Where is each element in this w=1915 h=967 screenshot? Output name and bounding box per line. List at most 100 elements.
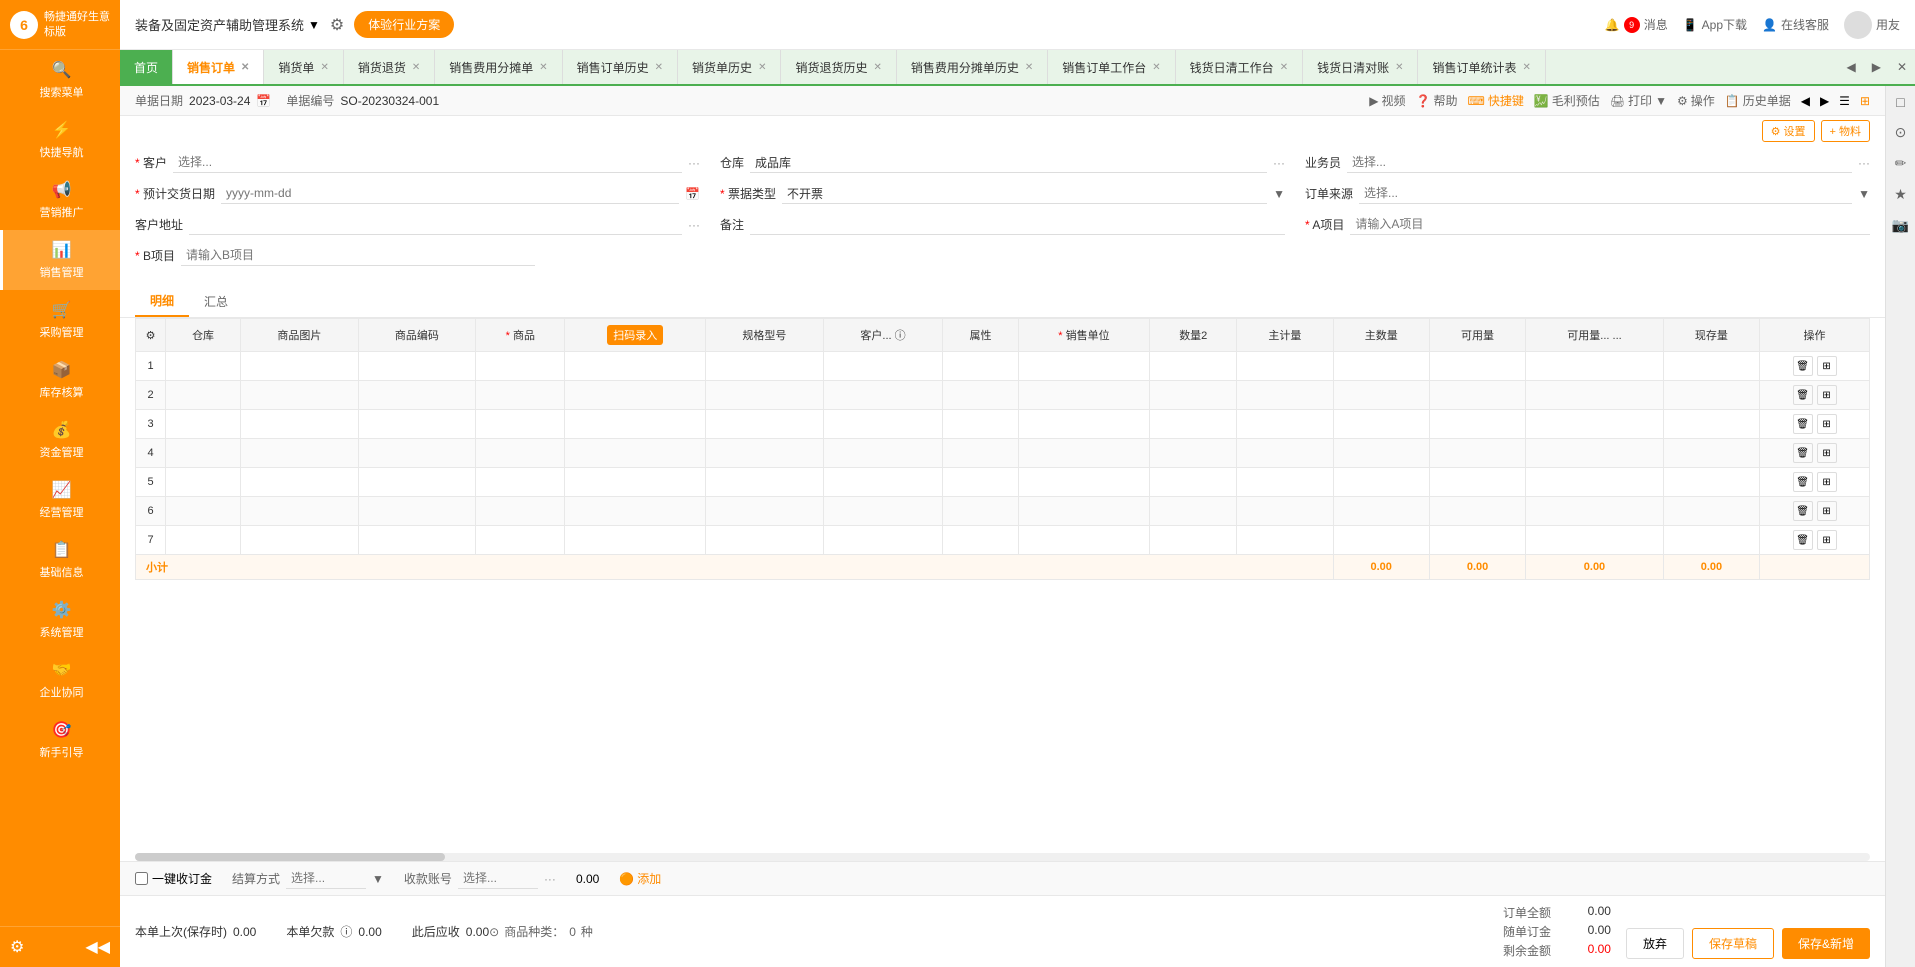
tab-cash-reconcile[interactable]: 钱货日清对账 ✕ bbox=[1303, 50, 1418, 85]
row-copy-btn-1[interactable]: ⊞ bbox=[1817, 356, 1837, 376]
tab-order-stats[interactable]: 销售订单统计表 ✕ bbox=[1418, 50, 1545, 85]
tab-sales-expense[interactable]: 销售费用分摊单 ✕ bbox=[435, 50, 562, 85]
settings-bottom-icon[interactable]: ⚙ bbox=[10, 937, 24, 957]
print-btn[interactable]: 🖨 打印 ▼ bbox=[1610, 92, 1667, 109]
sidebar-item-nav[interactable]: ⚡ 快捷导航 bbox=[0, 110, 120, 170]
split-view-icon[interactable]: ⊞ bbox=[1860, 94, 1870, 108]
sidebar-item-collaboration[interactable]: 🤝 企业协同 bbox=[0, 650, 120, 710]
salesperson-more-icon[interactable]: ··· bbox=[1858, 156, 1870, 170]
row-avail-1[interactable] bbox=[1429, 352, 1525, 381]
b-project-input[interactable] bbox=[181, 245, 535, 266]
row-delete-btn-2[interactable]: 🗑 bbox=[1793, 385, 1813, 405]
table-scrollbar[interactable] bbox=[135, 853, 1870, 861]
row-main-qty-1[interactable] bbox=[1333, 352, 1429, 381]
warehouse-more-icon[interactable]: ··· bbox=[1273, 156, 1285, 170]
add-material-button[interactable]: + 物料 bbox=[1821, 120, 1870, 142]
header-nav-prev-icon[interactable]: ◀ bbox=[1801, 94, 1810, 108]
customer-input[interactable] bbox=[173, 152, 682, 173]
order-source-input[interactable] bbox=[1359, 183, 1852, 204]
help-btn[interactable]: ❓ 帮助 bbox=[1416, 92, 1458, 109]
row-image-1[interactable] bbox=[241, 352, 359, 381]
tab-close-icon[interactable]: ✕ bbox=[1395, 62, 1403, 73]
industry-button[interactable]: 体验行业方案 bbox=[354, 11, 454, 38]
tab-close-icon[interactable]: ✕ bbox=[320, 62, 328, 73]
address-input[interactable] bbox=[189, 214, 682, 235]
save-draft-button[interactable]: 保存草稿 bbox=[1692, 928, 1774, 959]
row-copy-btn-2[interactable]: ⊞ bbox=[1817, 385, 1837, 405]
sidebar-item-marketing[interactable]: 📢 营销推广 bbox=[0, 170, 120, 230]
sidebar-item-search[interactable]: 🔍 搜索菜单 bbox=[0, 50, 120, 110]
header-nav-next-icon[interactable]: ▶ bbox=[1820, 94, 1829, 108]
receipt-input[interactable] bbox=[458, 868, 538, 889]
sidebar-item-purchase[interactable]: 🛒 采购管理 bbox=[0, 290, 120, 350]
scan-button[interactable]: 扫码录入 bbox=[607, 325, 663, 345]
grid-view-icon[interactable]: ☰ bbox=[1839, 94, 1850, 108]
collapse-icon[interactable]: ◀◀ bbox=[85, 937, 110, 957]
sidebar-item-operations[interactable]: 📈 经营管理 bbox=[0, 470, 120, 530]
payment-input[interactable] bbox=[286, 868, 366, 889]
row-warehouse-1[interactable] bbox=[166, 352, 241, 381]
tab-close-icon[interactable]: ✕ bbox=[655, 62, 663, 73]
tab-sales-return[interactable]: 销货退货 ✕ bbox=[344, 50, 435, 85]
tab-next-icon[interactable]: ▶ bbox=[1864, 50, 1889, 85]
address-more-icon[interactable]: ··· bbox=[688, 218, 700, 232]
row-code-1[interactable] bbox=[358, 352, 476, 381]
payment-dropdown-icon[interactable]: ▼ bbox=[372, 872, 384, 886]
row-delete-btn-4[interactable]: 🗑 bbox=[1793, 443, 1813, 463]
sidebar-item-inventory[interactable]: 📦 库存核算 bbox=[0, 350, 120, 410]
row-copy-btn-7[interactable]: ⊞ bbox=[1817, 530, 1837, 550]
invoice-dropdown-icon[interactable]: ▼ bbox=[1273, 187, 1285, 201]
right-panel-icon-1[interactable]: □ bbox=[1893, 91, 1907, 113]
row-copy-btn-5[interactable]: ⊞ bbox=[1817, 472, 1837, 492]
row-main-unit-1[interactable] bbox=[1237, 352, 1333, 381]
right-panel-icon-4[interactable]: ★ bbox=[1891, 183, 1910, 206]
history-btn[interactable]: 📋 历史单据 bbox=[1725, 92, 1791, 109]
system-selector[interactable]: 装备及固定资产辅助管理系统 ▼ bbox=[135, 15, 320, 34]
sidebar-item-system[interactable]: ⚙️ 系统管理 bbox=[0, 590, 120, 650]
notification-area[interactable]: 🔔 9 消息 bbox=[1605, 16, 1668, 33]
scrollbar-thumb[interactable] bbox=[135, 853, 445, 861]
tab-close-icon[interactable]: ✕ bbox=[412, 62, 420, 73]
row-copy-btn-4[interactable]: ⊞ bbox=[1817, 443, 1837, 463]
a-project-input[interactable] bbox=[1350, 214, 1870, 235]
tab-invoice-history[interactable]: 销货单历史 ✕ bbox=[678, 50, 781, 85]
tab-return-history[interactable]: 销货退货历史 ✕ bbox=[781, 50, 896, 85]
row-cust-code-1[interactable] bbox=[823, 352, 943, 381]
app-download-link[interactable]: 📱 App下载 bbox=[1683, 16, 1747, 33]
one-click-deposit-group[interactable]: 一键收订金 bbox=[135, 870, 212, 887]
row-attr-1[interactable] bbox=[943, 352, 1018, 381]
tab-order-history[interactable]: 销售订单历史 ✕ bbox=[563, 50, 678, 85]
tab-close-icon[interactable]: ✕ bbox=[241, 62, 249, 73]
row-unit-1[interactable] bbox=[1018, 352, 1150, 381]
row-goods-1[interactable] bbox=[476, 352, 565, 381]
invoice-input[interactable] bbox=[782, 183, 1267, 204]
shortcut-btn[interactable]: ⌨ 快捷键 bbox=[1468, 92, 1524, 109]
row-scan-1[interactable] bbox=[565, 352, 706, 381]
row-avail2-1[interactable] bbox=[1526, 352, 1664, 381]
user-menu[interactable]: 用友 bbox=[1844, 11, 1900, 39]
order-source-dropdown-icon[interactable]: ▼ bbox=[1858, 187, 1870, 201]
row-copy-btn-6[interactable]: ⊞ bbox=[1817, 501, 1837, 521]
one-click-deposit-checkbox[interactable] bbox=[135, 872, 148, 885]
receipt-more-icon[interactable]: ··· bbox=[544, 872, 556, 886]
tab-close-icon[interactable]: ✕ bbox=[873, 62, 881, 73]
settings-icon[interactable]: ⚙ bbox=[330, 15, 344, 35]
tab-expense-history[interactable]: 销售费用分摊单历史 ✕ bbox=[897, 50, 1048, 85]
delivery-input[interactable] bbox=[221, 183, 679, 204]
row-delete-btn-6[interactable]: 🗑 bbox=[1793, 501, 1813, 521]
row-qty2-1[interactable] bbox=[1150, 352, 1237, 381]
row-delete-btn-3[interactable]: 🗑 bbox=[1793, 414, 1813, 434]
tab-expand-icon[interactable]: ✕ bbox=[1889, 50, 1915, 85]
date-value[interactable]: 2023-03-24 bbox=[189, 94, 250, 108]
calendar-icon[interactable]: 📅 bbox=[256, 94, 271, 108]
notes-input[interactable] bbox=[750, 214, 1285, 235]
setup-button[interactable]: ⚙ 设置 bbox=[1762, 120, 1815, 142]
row-copy-btn-3[interactable]: ⊞ bbox=[1817, 414, 1837, 434]
tab-home[interactable]: 首页 bbox=[120, 50, 173, 85]
warehouse-input[interactable] bbox=[750, 152, 1267, 173]
sidebar-item-finance[interactable]: 💰 资金管理 bbox=[0, 410, 120, 470]
tab-close-icon[interactable]: ✕ bbox=[1025, 62, 1033, 73]
tab-close-icon[interactable]: ✕ bbox=[758, 62, 766, 73]
tab-close-icon[interactable]: ✕ bbox=[1152, 62, 1160, 73]
view-video-btn[interactable]: ▶ 视频 bbox=[1369, 92, 1405, 109]
